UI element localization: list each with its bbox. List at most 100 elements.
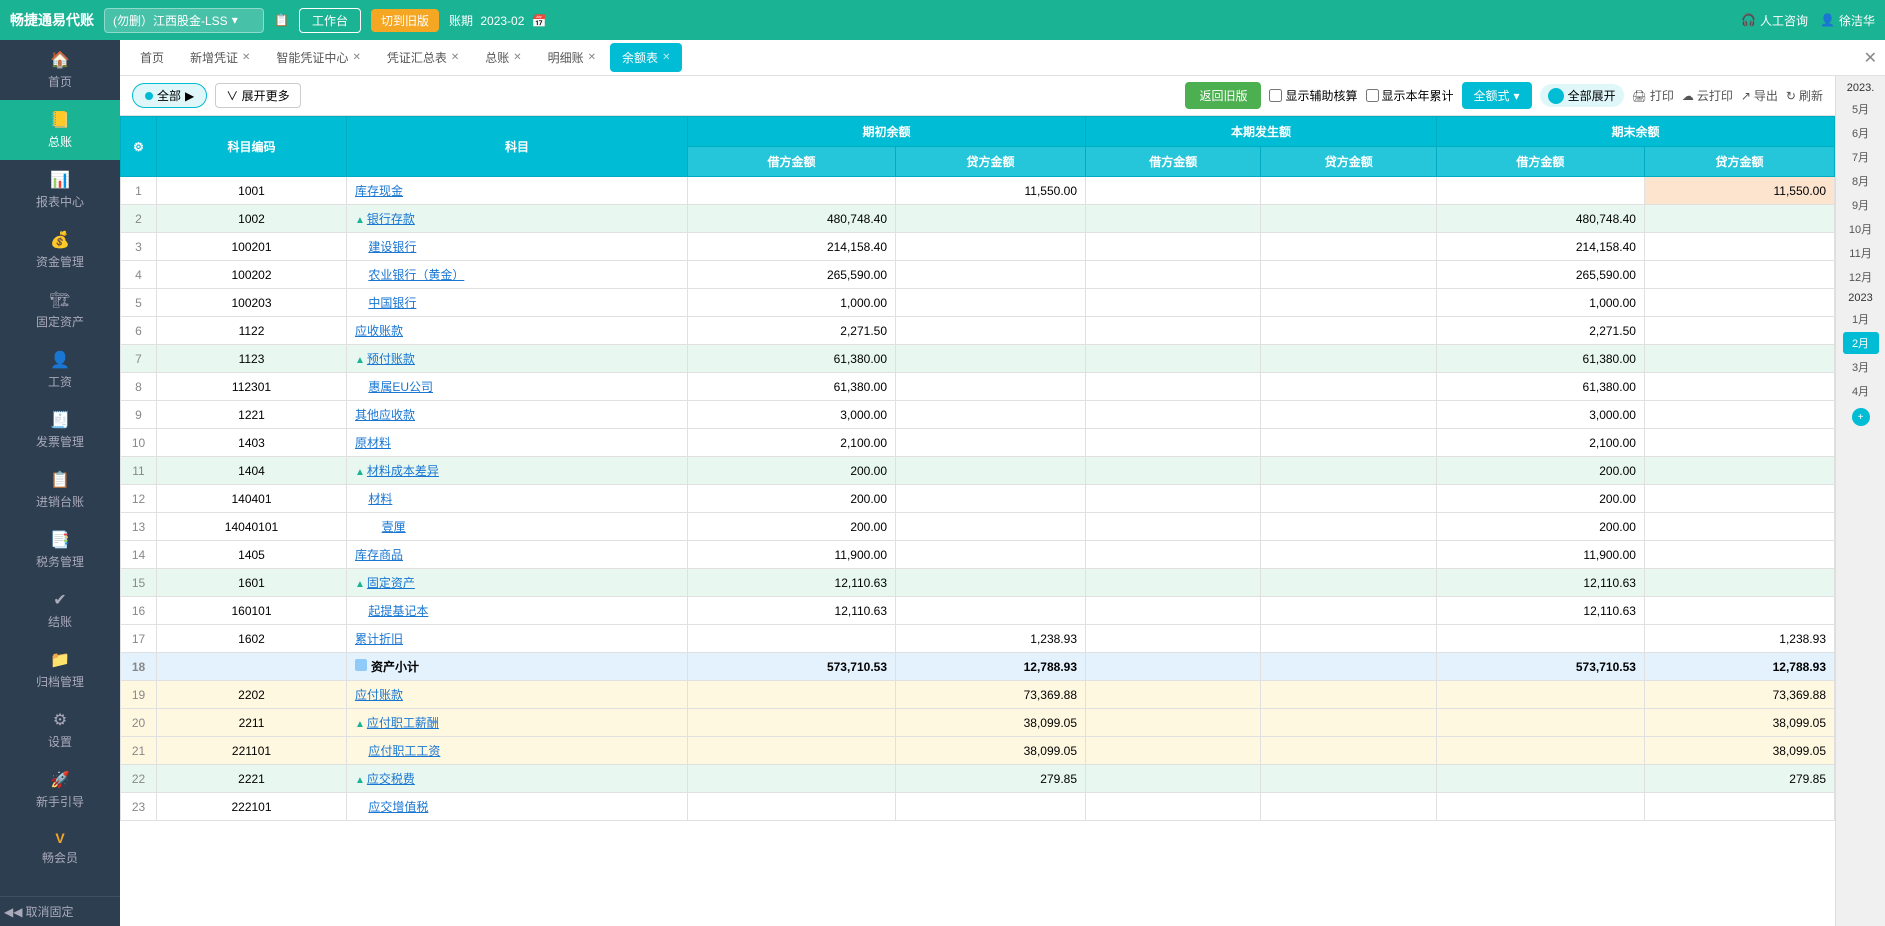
tab-ledger-close[interactable]: ✕ [513,52,521,63]
account-name-cell[interactable]: ▲材料成本差异 [346,457,687,485]
sidebar-item-archive[interactable]: 📁 归档管理 [0,640,120,700]
account-name-cell[interactable]: 应收账款 [346,317,687,345]
month-7[interactable]: 7月 [1843,146,1879,168]
account-link[interactable]: 农业银行（黄金） [368,268,464,282]
print-button[interactable]: 🖨 打印 [1632,87,1674,104]
unpin-button[interactable]: ◀◀ 取消固定 [0,897,120,926]
user-menu[interactable]: 👤 徐洁华 [1820,12,1875,29]
switch-button[interactable]: 切到旧版 [371,9,439,32]
tab-voucher-summary-close[interactable]: ✕ [451,52,459,63]
account-link[interactable]: 银行存款 [367,212,415,226]
account-link[interactable]: 建设银行 [368,240,416,254]
account-name-cell[interactable]: ▲预付账款 [346,345,687,373]
show-ytd-checkbox[interactable]: 显示本年累计 [1366,87,1454,104]
sidebar-item-assets[interactable]: 🏗 固定资产 [0,280,120,340]
expand-right-icon[interactable]: + [1843,408,1879,426]
tab-balance[interactable]: 余额表 ✕ [610,43,682,72]
account-link[interactable]: 材料 [368,492,392,506]
account-link[interactable]: 应交增值税 [368,800,428,814]
sidebar-item-ledger[interactable]: 📒 总账 [0,100,120,160]
tab-voucher-summary[interactable]: 凭证汇总表 ✕ [375,43,471,72]
account-link[interactable]: 应交税费 [367,772,415,786]
month-10[interactable]: 10月 [1843,218,1879,240]
account-link[interactable]: 惠属EU公司 [368,380,433,394]
account-name-cell[interactable]: 材料 [346,485,687,513]
account-name-cell[interactable]: 库存商品 [346,541,687,569]
account-link[interactable]: 其他应收款 [355,408,415,422]
account-name-cell[interactable]: 其他应收款 [346,401,687,429]
expand-row-icon[interactable]: ▲ [355,467,365,478]
month-5[interactable]: 5月 [1843,98,1879,120]
account-name-cell[interactable]: 壹厘 [346,513,687,541]
aux-checkbox-input[interactable] [1269,89,1282,102]
tab-detail-close[interactable]: ✕ [588,52,596,63]
account-name-cell[interactable]: ▲应交税费 [346,765,687,793]
tab-ledger[interactable]: 总账 ✕ [473,43,533,72]
month-1[interactable]: 1月 [1843,308,1879,330]
account-link[interactable]: 固定资产 [367,576,415,590]
return-button[interactable]: 返回旧版 [1185,82,1261,109]
account-name-cell[interactable]: 库存现金 [346,177,687,205]
account-name-cell[interactable]: 惠属EU公司 [346,373,687,401]
consult-button[interactable]: 🎧 人工咨询 [1741,12,1808,29]
account-link[interactable]: 库存现金 [355,184,403,198]
sidebar-item-vip[interactable]: V 畅会员 [0,820,120,876]
sidebar-item-invoice[interactable]: 🧾 发票管理 [0,400,120,460]
month-11[interactable]: 11月 [1843,242,1879,264]
tab-home[interactable]: 首页 [128,43,176,72]
account-link[interactable]: 起提基记本 [368,604,428,618]
expand-row-icon[interactable]: ▲ [355,579,365,590]
expand-button[interactable]: ∨ 展开更多 [215,83,300,108]
export-button[interactable]: ↗ 导出 [1741,87,1778,104]
account-link[interactable]: 材料成本差异 [367,464,439,478]
account-name-cell[interactable]: 起提基记本 [346,597,687,625]
calendar-icon[interactable]: 📅 [532,14,547,28]
account-link[interactable]: 应收账款 [355,324,403,338]
month-6[interactable]: 6月 [1843,122,1879,144]
account-name-cell[interactable]: 建设银行 [346,233,687,261]
close-tab-all-icon[interactable]: ✕ [1864,48,1877,68]
show-aux-checkbox[interactable]: 显示辅助核算 [1269,87,1357,104]
account-link[interactable]: 应付账款 [355,688,403,702]
account-name-cell[interactable]: 原材料 [346,429,687,457]
expand-row-icon[interactable]: ▲ [355,719,365,730]
account-link[interactable]: 预付账款 [367,352,415,366]
filter-all-button[interactable]: 全部 ▶ [132,83,207,108]
account-name-cell[interactable]: 农业银行（黄金） [346,261,687,289]
expand-row-icon[interactable]: ▲ [355,355,365,366]
month-4[interactable]: 4月 [1843,380,1879,402]
tab-balance-close[interactable]: ✕ [662,52,670,63]
account-name-cell[interactable]: 累计折旧 [346,625,687,653]
sidebar-item-home[interactable]: 🏠 首页 [0,40,120,100]
tab-detail[interactable]: 明细账 ✕ [536,43,608,72]
expand-row-icon[interactable]: ▲ [355,775,365,786]
sidebar-item-tax[interactable]: 📑 税务管理 [0,520,120,580]
cloud-print-button[interactable]: ☁ 云打印 [1682,87,1733,104]
full-mode-button[interactable]: 全额式 ▾ [1462,82,1532,109]
account-name-cell[interactable]: ▲应付职工薪酬 [346,709,687,737]
account-name-cell[interactable]: ▲固定资产 [346,569,687,597]
account-name-cell[interactable]: 应付职工工资 [346,737,687,765]
sidebar-item-purchase[interactable]: 📋 进销台账 [0,460,120,520]
expand-all-toggle[interactable]: 全部展开 [1540,84,1624,107]
month-12[interactable]: 12月 [1843,266,1879,288]
workbench-button[interactable]: 工作台 [299,8,361,33]
account-link[interactable]: 壹厘 [382,520,406,534]
month-3[interactable]: 3月 [1843,356,1879,378]
refresh-button[interactable]: ↻ 刷新 [1786,87,1823,104]
tab-new-voucher[interactable]: 新增凭证 ✕ [178,43,262,72]
expand-row-icon[interactable]: ▲ [355,215,365,226]
account-link[interactable]: 应付职工工资 [368,744,440,758]
month-8[interactable]: 8月 [1843,170,1879,192]
account-name-cell[interactable]: 应交增值税 [346,793,687,821]
account-link[interactable]: 原材料 [355,436,391,450]
sidebar-item-guide[interactable]: 🚀 新手引导 [0,760,120,820]
sidebar-item-settings[interactable]: ⚙ 设置 [0,700,120,760]
account-link[interactable]: 库存商品 [355,548,403,562]
ytd-checkbox-input[interactable] [1366,89,1379,102]
account-name-cell[interactable]: 应付账款 [346,681,687,709]
sidebar-item-settle[interactable]: ✔ 结账 [0,580,120,640]
col-settings[interactable]: ⚙ [121,117,157,177]
account-link[interactable]: 中国银行 [368,296,416,310]
copy-icon[interactable]: 📋 [274,13,289,27]
